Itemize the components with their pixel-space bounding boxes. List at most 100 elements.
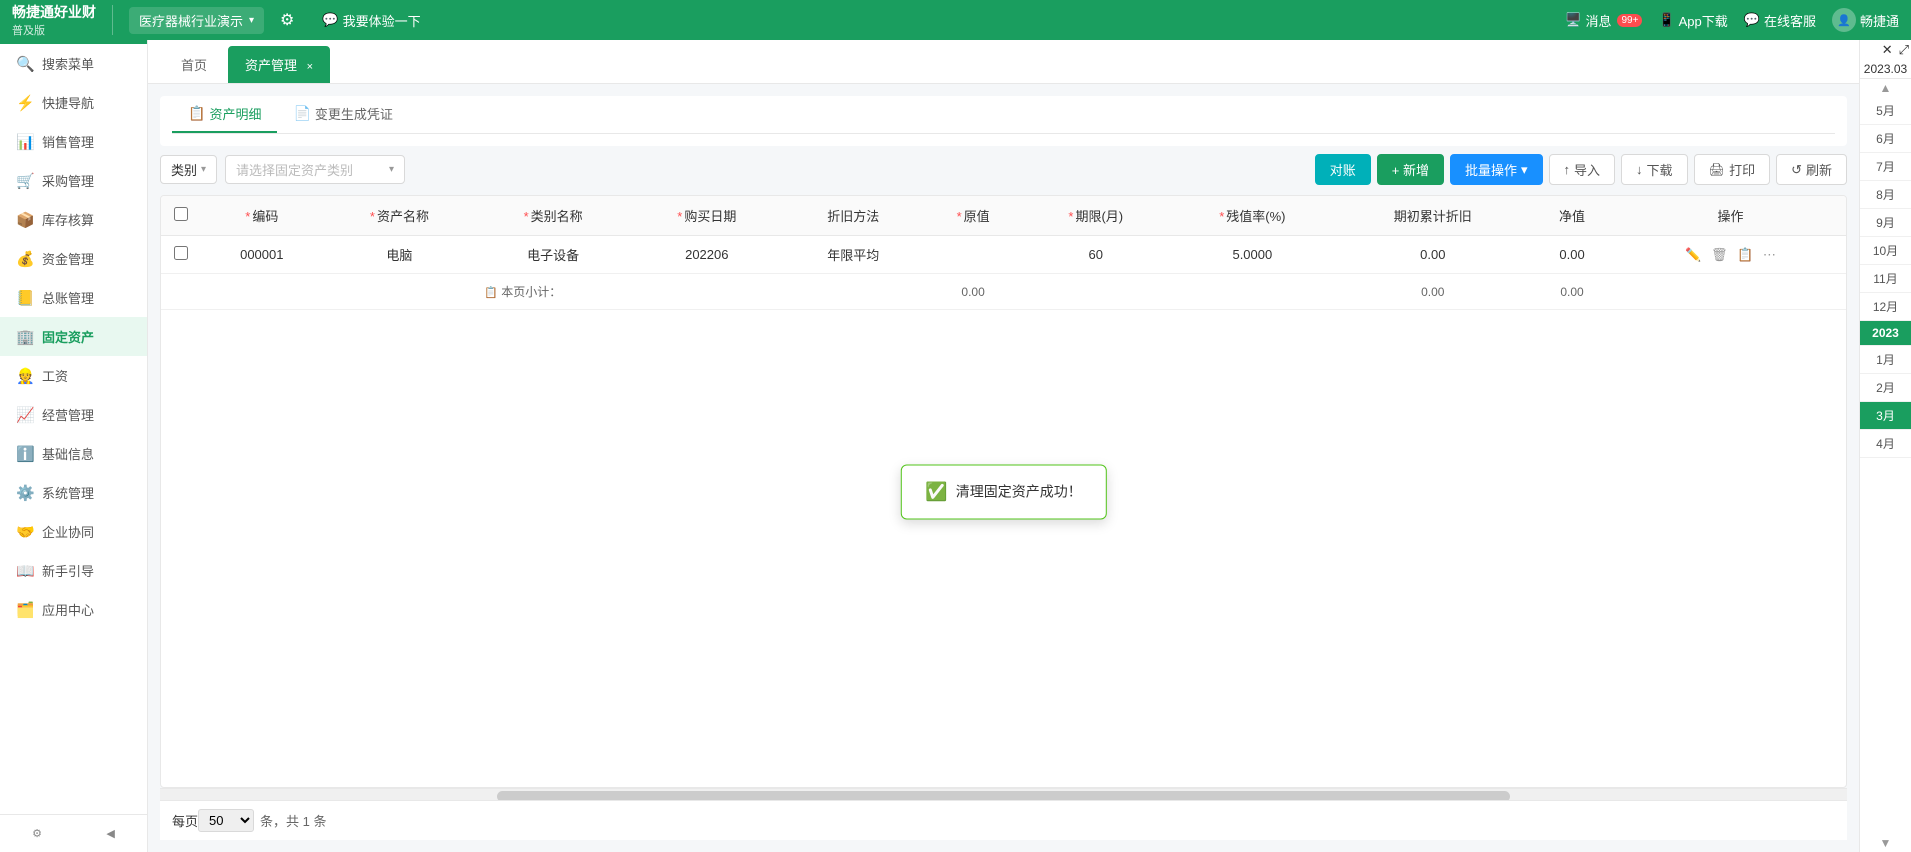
header-category: *类别名称 (476, 196, 630, 236)
calendar-down-button[interactable]: ▼ (1880, 836, 1892, 850)
refresh-button[interactable]: ↺ 刷新 (1776, 154, 1847, 185)
download-label: 下载 (1647, 160, 1673, 179)
sidebar-item-8[interactable]: 👷工资 (0, 356, 147, 395)
subtotal-empty5 (1023, 274, 1168, 310)
print-button[interactable]: 🖨 打印 (1694, 154, 1771, 185)
sidebar-item-6[interactable]: 📒总账管理 (0, 278, 147, 317)
sidebar-item-14[interactable]: 🗂️ 应用中心 (0, 590, 147, 629)
row-residual-rate: 5.0000 (1168, 236, 1336, 274)
sidebar-item-0[interactable]: 🔍搜索菜单 (0, 44, 147, 83)
sidebar-settings-btn[interactable]: ⚙ (24, 823, 50, 844)
category-filter[interactable]: 类别 ▾ (160, 155, 217, 184)
batch-button[interactable]: 批量操作 ▾ (1450, 154, 1543, 185)
user-item[interactable]: 👤 畅捷通 (1832, 8, 1899, 32)
topbar-settings-icon[interactable]: ⚙ (280, 10, 294, 30)
feedback-area[interactable]: 💬 我要体验一下 (322, 11, 420, 30)
calendar-month-6月[interactable]: 6月 (1860, 125, 1911, 153)
app-download-icon: 📱 (1658, 12, 1674, 28)
calendar-top-buttons: ✕ ⤢ (1860, 40, 1911, 60)
calendar-month-11月[interactable]: 11月 (1860, 265, 1911, 293)
tab-home[interactable]: 首页 (164, 46, 224, 83)
sidebar-item-10[interactable]: ℹ️基础信息 (0, 434, 147, 473)
sub-tab-change-voucher[interactable]: 📄 变更生成凭证 (277, 96, 408, 133)
sidebar-icon-12: 🤝 (16, 523, 34, 541)
sidebar-item-4[interactable]: 📦库存核算 (0, 200, 147, 239)
import-button[interactable]: ↑ 导入 (1549, 154, 1616, 185)
message-label: 消息 (1585, 11, 1611, 30)
row-checkbox[interactable] (174, 246, 188, 260)
sidebar-item-7[interactable]: 🏢固定资产 (0, 317, 147, 356)
sidebar-label-9: 经营管理 (42, 405, 94, 424)
calendar-up-button[interactable]: ▲ (1880, 81, 1892, 95)
calendar-month-2月[interactable]: 2月 (1860, 374, 1911, 402)
batch-arrow-icon: ▾ (1521, 162, 1528, 178)
calendar-nav-down[interactable]: ▼ (1860, 834, 1911, 852)
pagination-bar: 每页 50 100 200 条，共 1 条 (160, 800, 1847, 840)
table-header-row: *编码 *资产名称 *类别名称 *购买日期 折旧方法 *原值 *期限(月) *残… (161, 196, 1846, 236)
app-download-label: App下载 (1679, 11, 1728, 30)
category-arrow-icon: ▾ (201, 164, 206, 175)
calendar-year-marker: 2023 (1860, 321, 1911, 346)
sidebar-item-2[interactable]: 📊销售管理 (0, 122, 147, 161)
sidebar-label-12: 企业协同 (42, 522, 94, 541)
sidebar-item-13[interactable]: 📖新手引导 (0, 551, 147, 590)
select-all-checkbox[interactable] (174, 207, 188, 221)
new-button[interactable]: + 新增 (1377, 154, 1444, 185)
subtotal-original: 0.00 (923, 274, 1023, 310)
horizontal-scrollbar[interactable] (160, 788, 1847, 800)
calendar-month-4月[interactable]: 4月 (1860, 430, 1911, 458)
message-item[interactable]: 🖥️ 消息 99+ (1565, 11, 1642, 30)
change-voucher-icon: 📄 (293, 105, 310, 122)
row-period: 60 (1023, 236, 1168, 274)
sidebar-icon-14: 🗂️ (16, 601, 34, 619)
category-label: 类别 (171, 160, 197, 179)
category-input[interactable]: 请选择固定资产类别 ▾ (225, 155, 405, 184)
import-icon: ↑ (1564, 162, 1571, 177)
calendar-scroll[interactable]: 5月6月7月8月9月10月11月12月20231月2月3月4月 (1860, 97, 1911, 834)
online-service-item[interactable]: 💬 在线客服 (1744, 11, 1816, 30)
company-selector[interactable]: 医疗器械行业演示 ▾ (129, 7, 264, 34)
calendar-month-10月[interactable]: 10月 (1860, 237, 1911, 265)
topbar: 畅捷通好业财 普及版 医疗器械行业演示 ▾ ⚙ 💬 我要体验一下 🖥️ 消息 9… (0, 0, 1911, 40)
calendar-month-1月[interactable]: 1月 (1860, 346, 1911, 374)
user-avatar: 👤 (1832, 8, 1856, 32)
calendar-month-7月[interactable]: 7月 (1860, 153, 1911, 181)
reconcile-button[interactable]: 对账 (1315, 154, 1371, 185)
sidebar-item-11[interactable]: ⚙️系统管理 (0, 473, 147, 512)
calendar-expand-icon[interactable]: ⤢ (1899, 42, 1909, 58)
more-icon[interactable]: ⋯ (1763, 247, 1776, 262)
calendar-close-icon[interactable]: ✕ (1882, 42, 1893, 58)
calendar-month-3月[interactable]: 3月 (1860, 402, 1911, 430)
sidebar-item-9[interactable]: 📈经营管理 (0, 395, 147, 434)
calendar-month-8月[interactable]: 8月 (1860, 181, 1911, 209)
sidebar-item-5[interactable]: 💰资金管理 (0, 239, 147, 278)
tab-close-icon[interactable]: × (307, 61, 313, 73)
row-net-value: 0.00 (1529, 236, 1615, 274)
row-category: 电子设备 (476, 236, 630, 274)
app-edition: 普及版 (12, 22, 96, 38)
tab-asset-management[interactable]: 资产管理 × (228, 46, 330, 83)
row-checkbox-cell (161, 236, 201, 274)
per-page-select[interactable]: 50 100 200 (198, 809, 254, 832)
row-purchase-date: 202206 (630, 236, 784, 274)
calendar-nav-up[interactable]: ▲ (1860, 79, 1911, 97)
delete-icon[interactable]: 🗑 (1711, 247, 1728, 262)
sidebar-item-3[interactable]: 🛒采购管理 (0, 161, 147, 200)
header-operations: 操作 (1615, 196, 1846, 236)
change-voucher-label: 变更生成凭证 (315, 104, 393, 123)
calendar-month-9月[interactable]: 9月 (1860, 209, 1911, 237)
edit-icon[interactable]: ✏️ (1685, 247, 1701, 262)
sidebar-label-14: 应用中心 (42, 600, 94, 619)
sidebar-item-12[interactable]: 🤝 企业协同 (0, 512, 147, 551)
calendar-panel: ✕ ⤢ 2023.03 ▲ 5月6月7月8月9月10月11月12月20231月2… (1859, 40, 1911, 852)
calendar-month-5月[interactable]: 5月 (1860, 97, 1911, 125)
copy-icon[interactable]: 📋 (1737, 247, 1753, 262)
sidebar-collapse-btn[interactable]: ◀ (98, 823, 122, 844)
sub-tab-asset-detail[interactable]: 📋 资产明细 (172, 96, 277, 133)
subtotal-initial-dep: 0.00 (1337, 274, 1529, 310)
sidebar-item-1[interactable]: ⚡快捷导航 (0, 83, 147, 122)
download-button[interactable]: ↓ 下载 (1621, 154, 1688, 185)
app-download-item[interactable]: 📱 App下载 (1658, 11, 1727, 30)
sidebar-icon-8: 👷 (16, 367, 34, 385)
calendar-month-12月[interactable]: 12月 (1860, 293, 1911, 321)
